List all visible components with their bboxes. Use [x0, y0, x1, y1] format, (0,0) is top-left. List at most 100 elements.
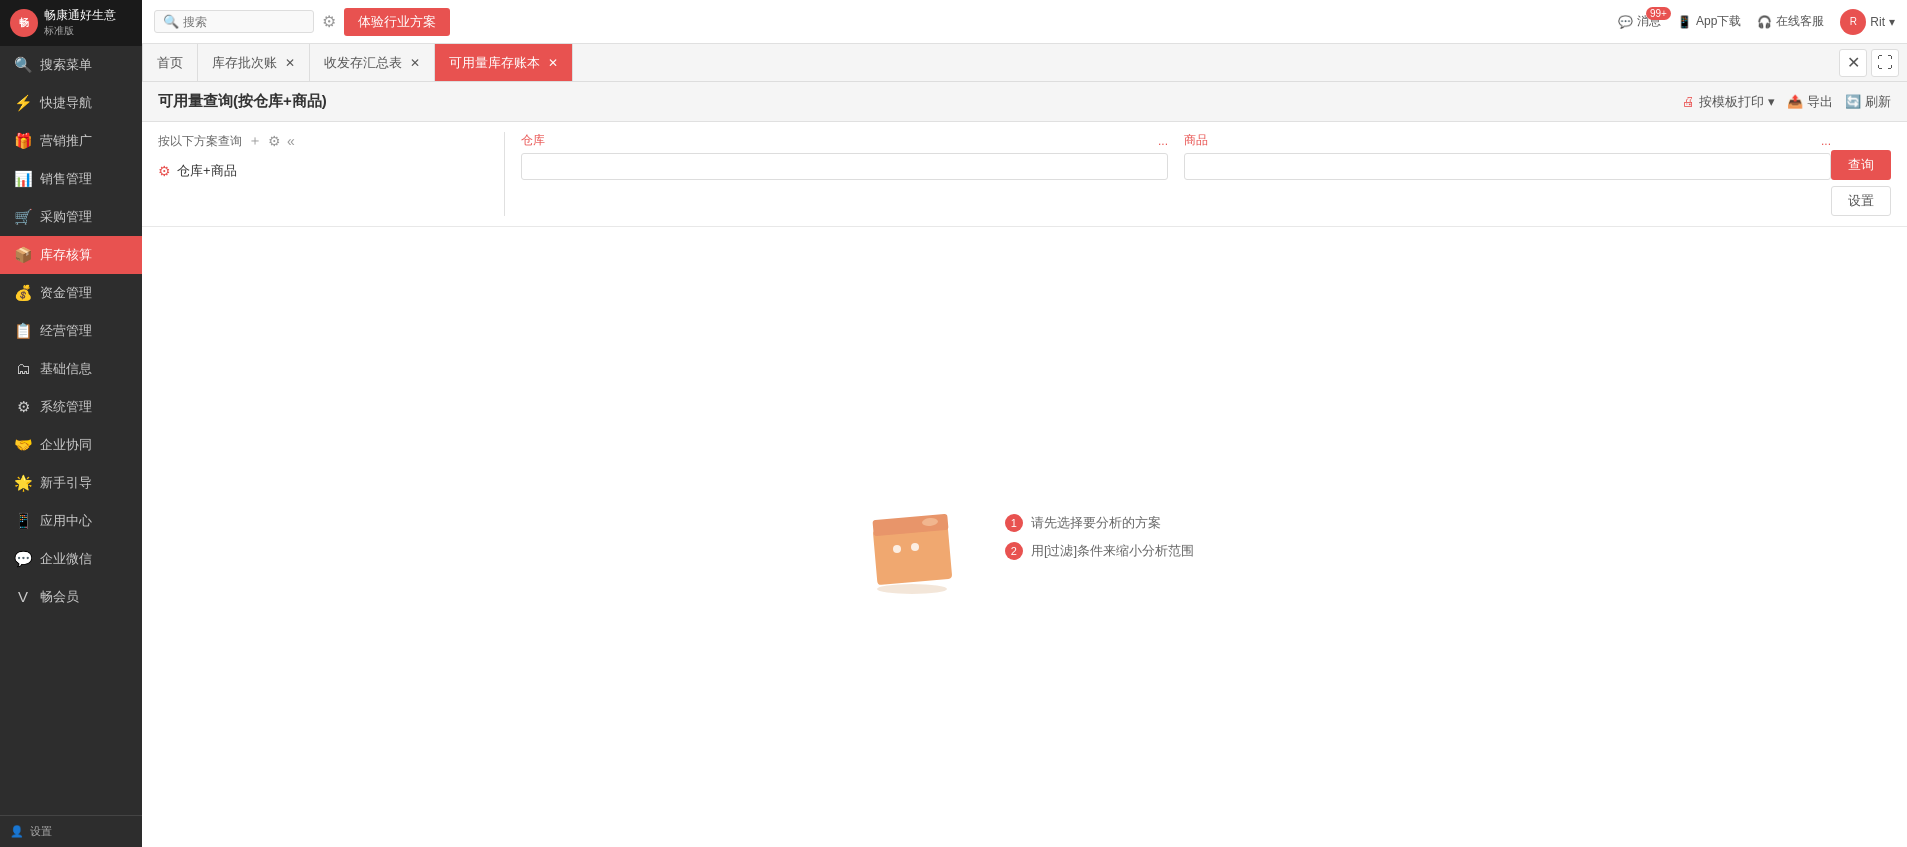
sidebar-item-search[interactable]: 🔍搜索菜单: [0, 46, 142, 84]
export-label: 导出: [1807, 93, 1833, 111]
print-action[interactable]: 🖨 按模板打印 ▾: [1682, 93, 1775, 111]
nav-icon-member: V: [14, 588, 32, 605]
nav-label-basic: 基础信息: [40, 360, 92, 378]
nav-icon-wechat: 💬: [14, 550, 32, 568]
nav-icon-shortcut: ⚡: [14, 94, 32, 112]
search-icon: 🔍: [163, 14, 179, 29]
export-action[interactable]: 📤 导出: [1787, 93, 1833, 111]
sidebar-item-appstore[interactable]: 📱 应用中心: [0, 502, 142, 540]
tab-available-qty[interactable]: 可用量库存账本 ✕: [435, 44, 573, 81]
tip1-text: 请先选择要分析的方案: [1031, 514, 1161, 532]
print-icon: 🖨: [1682, 94, 1695, 109]
msg-btn[interactable]: 💬 消息 99+: [1618, 13, 1661, 30]
page-title: 可用量查询(按仓库+商品): [158, 92, 327, 111]
query-button[interactable]: 查询: [1831, 150, 1891, 180]
nav-label-marketing: 营销推广: [40, 132, 92, 150]
tab-inventory-batch[interactable]: 库存批次账 ✕: [198, 44, 310, 81]
tab-close-receive-summary[interactable]: ✕: [410, 56, 420, 70]
nav-icon-purchase: 🛒: [14, 208, 32, 226]
tab-close-available-qty[interactable]: ✕: [548, 56, 558, 70]
sidebar-item-finance[interactable]: 💰资金管理: [0, 274, 142, 312]
msg-icon: 💬: [1618, 15, 1633, 29]
topbar-search-box[interactable]: 🔍: [154, 10, 314, 33]
nav-label-operation: 经营管理: [40, 322, 92, 340]
refresh-action[interactable]: 🔄 刷新: [1845, 93, 1891, 111]
sidebar-item-newbie[interactable]: 🌟新手引导: [0, 464, 142, 502]
nav-icon-newbie: 🌟: [14, 474, 32, 492]
nav-icon-inventory: 📦: [14, 246, 32, 264]
gear-icon[interactable]: ⚙: [322, 12, 336, 31]
sidebar-bottom: 👤 设置: [0, 815, 142, 847]
nav-icon-marketing: 🎁: [14, 132, 32, 150]
nav-label-sales: 销售管理: [40, 170, 92, 188]
settings-button[interactable]: 设置: [1831, 186, 1891, 216]
sidebar-item-basic[interactable]: 🗂 基础信息: [0, 350, 142, 388]
nav-label-shortcut: 快捷导航: [40, 94, 92, 112]
sidebar-item-shortcut[interactable]: ⚡ 快捷导航: [0, 84, 142, 122]
user-menu[interactable]: R Rit ▾: [1840, 9, 1895, 35]
tab-label-inventory-batch: 库存批次账: [212, 54, 277, 72]
tab-label-available-qty: 可用量库存账本: [449, 54, 540, 72]
tab-label-home: 首页: [157, 54, 183, 72]
sidebar-item-enterprise[interactable]: 🤝 企业协同: [0, 426, 142, 464]
nav-icon-sales: 📊: [14, 170, 32, 188]
sidebar-logo: 畅: [10, 9, 38, 37]
warehouse-label: 仓库: [521, 132, 545, 149]
nav-label-enterprise: 企业协同: [40, 436, 92, 454]
warehouse-input[interactable]: [521, 153, 1168, 180]
export-icon: 📤: [1787, 94, 1803, 109]
nav-label-appstore: 应用中心: [40, 512, 92, 530]
service-btn[interactable]: 🎧 在线客服: [1757, 13, 1824, 30]
page-header: 可用量查询(按仓库+商品) 🖨 按模板打印 ▾ 📤 导出 🔄 刷新: [142, 82, 1907, 122]
nav-icon-system: ⚙: [14, 398, 32, 416]
scheme-label: 仓库+商品: [177, 162, 237, 180]
sidebar-item-wechat[interactable]: 💬 企业微信: [0, 540, 142, 578]
empty-svg: [855, 477, 975, 597]
nav-icon-basic: 🗂: [14, 360, 32, 377]
sidebar-item-sales[interactable]: 📊 销售管理: [0, 160, 142, 198]
user-name: Rit: [1870, 15, 1885, 29]
tabs-bar: 首页库存批次账✕收发存汇总表✕可用量库存账本✕ ✕ ⛶: [142, 44, 1907, 82]
sidebar-item-purchase[interactable]: 🛒采购管理: [0, 198, 142, 236]
industry-btn[interactable]: 体验行业方案: [344, 8, 450, 36]
filter-fields: 仓库 ... 商品 ...: [521, 132, 1831, 180]
nav-label-finance: 资金管理: [40, 284, 92, 302]
goods-input[interactable]: [1184, 153, 1831, 180]
sidebar-item-operation[interactable]: 📋经营管理: [0, 312, 142, 350]
filter-section-label: 按以下方案查询: [158, 133, 242, 150]
sidebar: 畅 畅康通好生意 标准版 🔍搜索菜单⚡快捷导航🎁营销推广📊销售管理🛒采购管理📦库…: [0, 0, 142, 847]
edit-scheme-icon[interactable]: ⚙: [268, 133, 281, 149]
nav-label-inventory: 库存核算: [40, 246, 92, 264]
nav-label-system: 系统管理: [40, 398, 92, 416]
sidebar-item-inventory[interactable]: 📦 库存核算: [0, 236, 142, 274]
warehouse-more-btn[interactable]: ...: [1158, 134, 1168, 148]
filter-bar: 按以下方案查询 ＋ ⚙ « ⚙ 仓库+商品 仓库 ...: [142, 122, 1907, 227]
sidebar-title: 畅康通好生意: [44, 8, 116, 24]
nav-icon-appstore: 📱: [14, 512, 32, 530]
content-area: 可用量查询(按仓库+商品) 🖨 按模板打印 ▾ 📤 导出 🔄 刷新: [142, 82, 1907, 847]
tab-close-inventory-batch[interactable]: ✕: [285, 56, 295, 70]
tab-close-window-btn[interactable]: ✕: [1839, 49, 1867, 77]
tab-home[interactable]: 首页: [142, 44, 198, 81]
topbar: 🔍 ⚙ 体验行业方案 💬 消息 99+ 📱 App下载 🎧 在线客服 R Rit: [142, 0, 1907, 44]
tab-receive-summary[interactable]: 收发存汇总表✕: [310, 44, 435, 81]
search-input[interactable]: [183, 15, 293, 29]
app-download-btn[interactable]: 📱 App下载: [1677, 13, 1741, 30]
sidebar-item-member[interactable]: V畅会员: [0, 578, 142, 616]
sidebar-item-marketing[interactable]: 🎁 营销推广: [0, 122, 142, 160]
msg-badge: 99+: [1646, 7, 1671, 20]
add-scheme-icon[interactable]: ＋: [248, 132, 262, 150]
goods-more-btn[interactable]: ...: [1821, 134, 1831, 148]
phone-icon: 📱: [1677, 15, 1692, 29]
nav-label-wechat: 企业微信: [40, 550, 92, 568]
filter-divider: [504, 132, 505, 216]
scheme-item[interactable]: ⚙ 仓库+商品: [158, 158, 488, 184]
collapse-icon[interactable]: «: [287, 133, 295, 149]
nav-label-search: 搜索菜单: [40, 56, 92, 74]
sidebar-item-system[interactable]: ⚙ 系统管理: [0, 388, 142, 426]
warehouse-field: 仓库 ...: [521, 132, 1168, 180]
tab-expand-btn[interactable]: ⛶: [1871, 49, 1899, 77]
filter-action-btns: 查询 设置: [1831, 132, 1891, 216]
nav-icon-enterprise: 🤝: [14, 436, 32, 454]
main-area: 🔍 ⚙ 体验行业方案 💬 消息 99+ 📱 App下载 🎧 在线客服 R Rit: [142, 0, 1907, 847]
